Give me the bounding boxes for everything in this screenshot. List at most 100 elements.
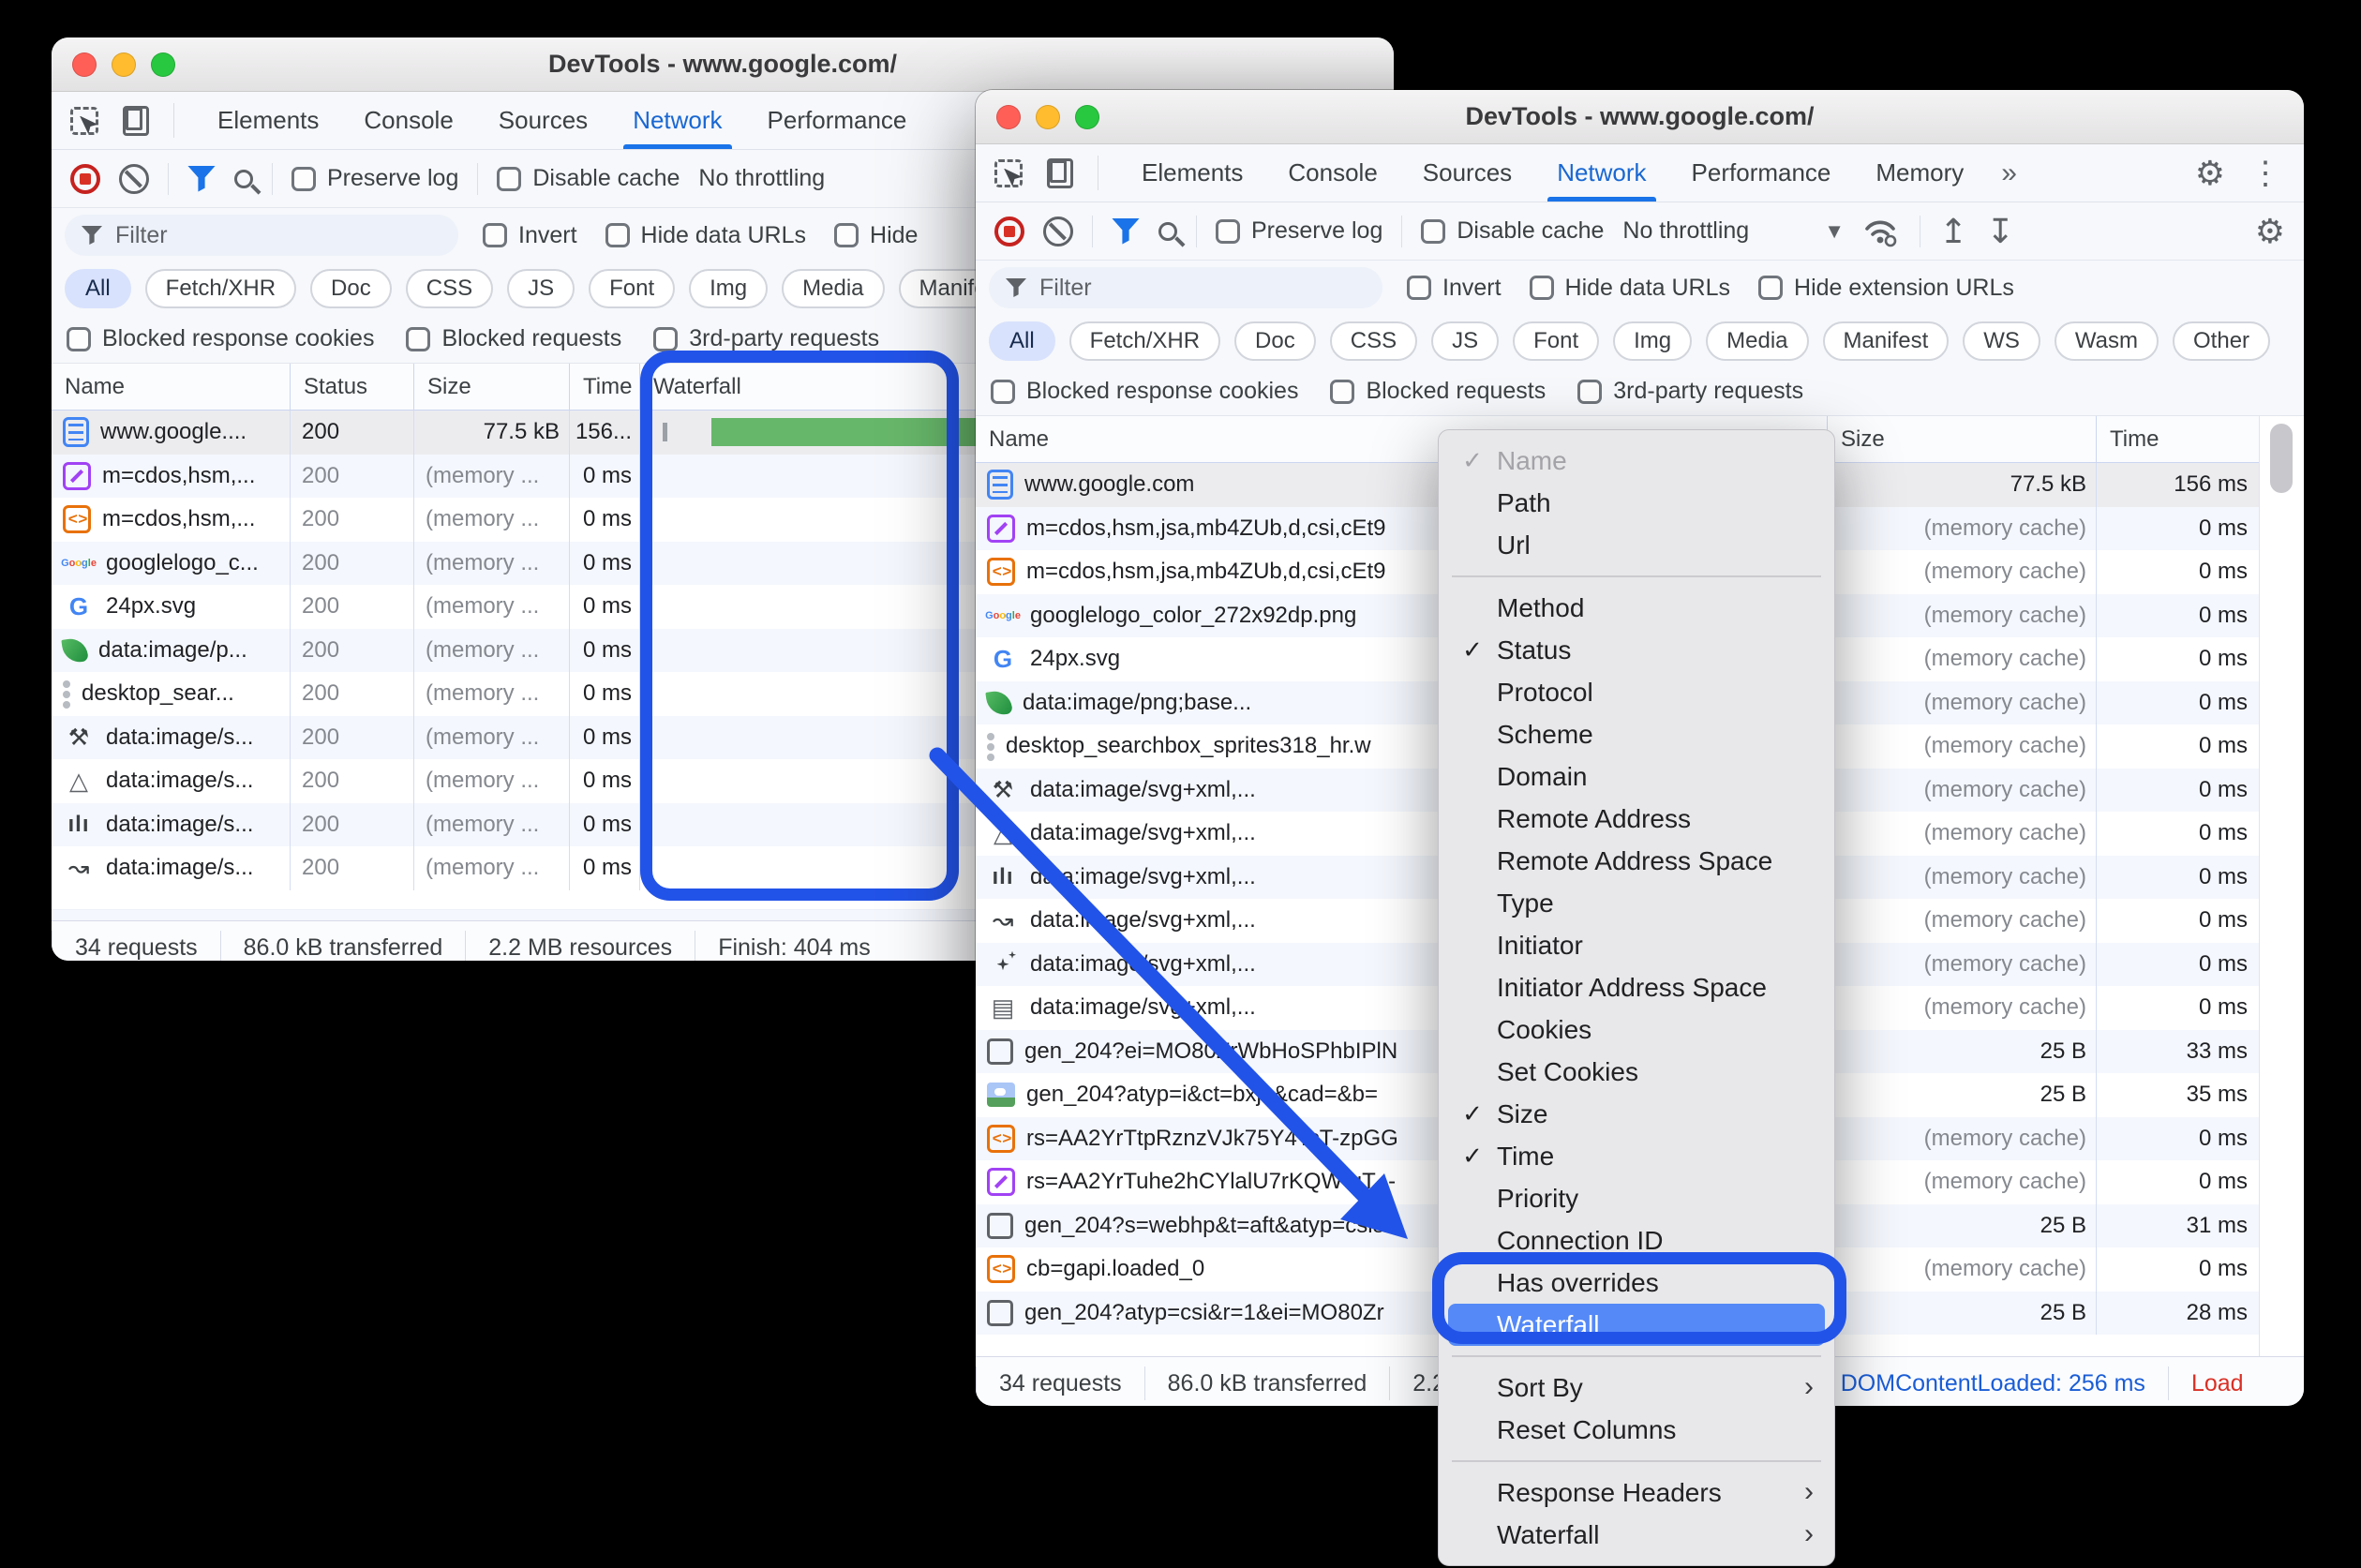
request-option-checkbox[interactable]: 3rd-party requests: [1577, 378, 1803, 405]
menu-item[interactable]: Protocol: [1439, 671, 1834, 713]
menu-item[interactable]: Has overrides: [1439, 1262, 1834, 1304]
menu-item[interactable]: Connection ID: [1439, 1219, 1834, 1262]
type-chip[interactable]: Fetch/XHR: [1068, 321, 1221, 361]
menu-item[interactable]: Sort By ›: [1439, 1366, 1834, 1409]
disable-cache-checkbox[interactable]: Disable cache: [1421, 217, 1604, 245]
checkbox-icon[interactable]: [1758, 276, 1784, 300]
menu-item[interactable]: Method: [1439, 587, 1834, 629]
type-chip[interactable]: Doc: [1234, 321, 1316, 361]
device-toolbar-icon[interactable]: [1047, 157, 1073, 188]
filter-option-checkbox[interactable]: Hide data URLs: [605, 222, 806, 249]
panel-tab[interactable]: Memory: [1853, 144, 1986, 202]
filter-icon[interactable]: [1112, 217, 1140, 245]
panel-tab[interactable]: Network: [1534, 144, 1668, 202]
menu-item[interactable]: Initiator Address Space: [1439, 966, 1834, 1008]
panel-tab[interactable]: Sources: [476, 92, 610, 149]
type-chip[interactable]: Other: [2173, 321, 2271, 361]
clear-icon[interactable]: [1043, 216, 1073, 246]
checkbox-icon[interactable]: [1577, 379, 1603, 404]
minimize-button[interactable]: [1036, 105, 1060, 129]
menu-item[interactable]: Remote Address: [1439, 798, 1834, 840]
column-header-size[interactable]: Size: [1828, 416, 2097, 462]
type-chip[interactable]: JS: [1431, 321, 1500, 361]
scrollbar[interactable]: [2259, 416, 2304, 1356]
filter-option-checkbox[interactable]: Hide data URLs: [1529, 275, 1730, 302]
filter-input[interactable]: Filter: [65, 215, 458, 256]
type-chip[interactable]: CSS: [405, 269, 494, 308]
filter-icon[interactable]: [187, 165, 216, 192]
preserve-log-checkbox[interactable]: Preserve log: [291, 165, 458, 192]
inspect-icon[interactable]: [994, 158, 1023, 187]
type-chip[interactable]: All: [65, 269, 131, 308]
search-icon[interactable]: [234, 169, 253, 188]
type-chip[interactable]: All: [989, 321, 1055, 361]
panel-tab[interactable]: Elements: [195, 92, 341, 149]
menu-item[interactable]: Initiator: [1439, 924, 1834, 966]
scrollbar-thumb[interactable]: [2270, 424, 2293, 493]
settings-gear-icon[interactable]: ⚙: [2195, 156, 2225, 190]
column-header-size[interactable]: Size: [414, 364, 570, 410]
checkbox-icon[interactable]: [291, 166, 316, 191]
record-icon[interactable]: [70, 163, 100, 194]
checkbox-icon[interactable]: [67, 326, 91, 351]
filter-option-checkbox[interactable]: Invert: [483, 222, 577, 249]
clear-icon[interactable]: [119, 163, 149, 194]
zoom-button[interactable]: [1075, 105, 1099, 129]
type-chip[interactable]: Doc: [310, 269, 392, 308]
checkbox-icon[interactable]: [991, 379, 1015, 404]
type-chip[interactable]: Wasm: [2054, 321, 2159, 361]
menu-item[interactable]: Path: [1439, 482, 1834, 524]
column-header-status[interactable]: Status: [291, 364, 414, 410]
filter-option-checkbox[interactable]: Hide: [834, 222, 918, 249]
checkbox-icon[interactable]: [1407, 276, 1431, 300]
type-chip[interactable]: CSS: [1329, 321, 1418, 361]
panel-tab[interactable]: Console: [1265, 144, 1399, 202]
panel-tab[interactable]: Network: [610, 92, 744, 149]
more-tabs-icon[interactable]: »: [1986, 144, 2032, 202]
device-toolbar-icon[interactable]: [123, 105, 149, 136]
checkbox-icon[interactable]: [653, 326, 679, 351]
checkbox-icon[interactable]: [1330, 379, 1355, 404]
menu-item[interactable]: Waterfall ›: [1439, 1514, 1834, 1556]
menu-item[interactable]: Reset Columns: [1439, 1409, 1834, 1451]
checkbox-icon[interactable]: [1529, 276, 1554, 300]
column-header-time[interactable]: Time: [2097, 416, 2259, 462]
type-chip[interactable]: WS: [1963, 321, 2040, 361]
menu-item[interactable]: Waterfall: [1448, 1304, 1825, 1346]
request-option-checkbox[interactable]: Blocked response cookies: [991, 378, 1298, 405]
menu-item[interactable]: [1452, 1460, 1821, 1462]
type-chip[interactable]: Img: [1613, 321, 1693, 361]
titlebar[interactable]: DevTools - www.google.com/: [976, 90, 2304, 144]
menu-item[interactable]: Set Cookies: [1439, 1051, 1834, 1093]
panel-tab[interactable]: Elements: [1119, 144, 1265, 202]
menu-item[interactable]: [1452, 575, 1821, 577]
checkbox-icon[interactable]: [605, 223, 630, 247]
network-conditions-icon[interactable]: [1863, 216, 1901, 247]
filter-option-checkbox[interactable]: Invert: [1407, 275, 1502, 302]
menu-item[interactable]: Priority: [1439, 1177, 1834, 1219]
more-options-icon[interactable]: ⋮: [2249, 157, 2281, 189]
checkbox-icon[interactable]: [497, 166, 522, 191]
menu-item[interactable]: ✓ Status: [1439, 629, 1834, 671]
menu-item[interactable]: Domain: [1439, 755, 1834, 798]
type-chip[interactable]: Media: [1706, 321, 1809, 361]
menu-item[interactable]: ✓ Name: [1439, 440, 1834, 482]
throttling-select[interactable]: No throttling ▼: [1622, 217, 1845, 245]
filter-input[interactable]: Filter: [989, 267, 1382, 308]
request-option-checkbox[interactable]: Blocked requests: [406, 325, 621, 352]
type-chip[interactable]: Fetch/XHR: [144, 269, 297, 308]
request-option-checkbox[interactable]: Blocked response cookies: [67, 325, 374, 352]
menu-item[interactable]: [1452, 1355, 1821, 1357]
export-har-icon[interactable]: ↧: [1986, 214, 2014, 248]
type-chip[interactable]: Media: [782, 269, 885, 308]
close-button[interactable]: [72, 52, 97, 77]
menu-item[interactable]: Scheme: [1439, 713, 1834, 755]
request-option-checkbox[interactable]: 3rd-party requests: [653, 325, 879, 352]
checkbox-icon[interactable]: [1421, 218, 1446, 244]
checkbox-icon[interactable]: [834, 223, 859, 247]
inspect-icon[interactable]: [70, 106, 98, 135]
checkbox-icon[interactable]: [1216, 218, 1240, 244]
type-chip[interactable]: Img: [689, 269, 769, 308]
menu-item[interactable]: Type: [1439, 882, 1834, 924]
titlebar[interactable]: DevTools - www.google.com/: [52, 37, 1394, 92]
